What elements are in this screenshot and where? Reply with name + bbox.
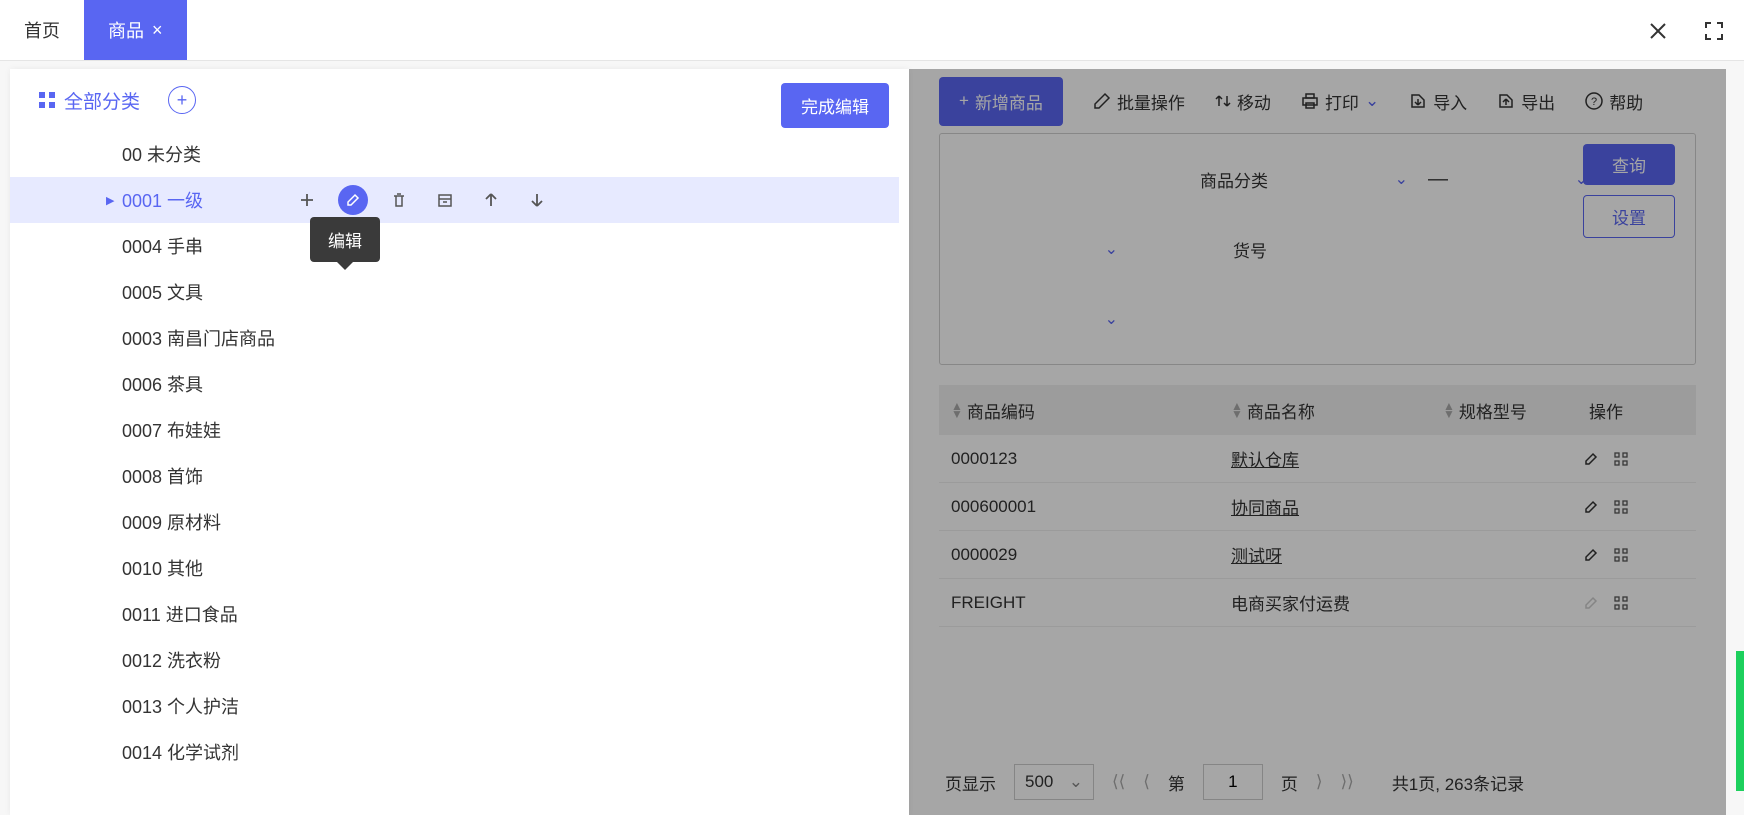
category-item[interactable]: 0007 布娃娃	[10, 407, 899, 453]
x-icon	[1649, 22, 1667, 40]
category-label: 0006 茶具	[122, 371, 203, 397]
close-all-button[interactable]	[1638, 11, 1678, 51]
edit-button[interactable]	[338, 185, 368, 215]
category-tree[interactable]: 00 未分类 ▶ 0001 一级 0004 手串 0005 文具 0003 南昌门店商品 0…	[10, 131, 909, 815]
category-label: 0003 南昌门店商品	[122, 325, 275, 351]
tab-product-label: 商品	[108, 17, 144, 43]
category-item[interactable]: ▶ 0001 一级	[10, 177, 899, 223]
all-categories-label[interactable]: 全部分类	[64, 87, 140, 114]
category-item[interactable]: 0013 个人护洁	[10, 683, 899, 729]
plus-icon: +	[177, 90, 188, 111]
move-up-button[interactable]	[476, 185, 506, 215]
category-item[interactable]: 0009 原材料	[10, 499, 899, 545]
tab-home[interactable]: 首页	[0, 0, 84, 60]
category-label: 0005 文具	[122, 279, 203, 305]
category-item[interactable]: 0006 茶具	[10, 361, 899, 407]
top-tabs: 首页 商品 ×	[0, 0, 1744, 61]
category-label: 0001 一级	[122, 187, 203, 213]
category-item[interactable]: 0011 进口食品	[10, 591, 899, 637]
category-label: 0011 进口食品	[122, 601, 238, 627]
scroll-indicator	[1736, 651, 1744, 791]
category-item[interactable]: 0012 洗衣粉	[10, 637, 899, 683]
add-category-button[interactable]: +	[168, 86, 196, 114]
category-label: 0007 布娃娃	[122, 417, 221, 443]
category-label: 0014 化学试剂	[122, 739, 239, 765]
move-down-button[interactable]	[522, 185, 552, 215]
panel-header: 全部分类 + 完成编辑	[10, 69, 909, 131]
category-panel: 全部分类 + 完成编辑 编辑 00 未分类 ▶ 0001 一级 0004 手串 0005…	[10, 69, 909, 815]
category-label: 0004 手串	[122, 233, 203, 259]
edit-tooltip: 编辑	[310, 217, 380, 262]
workspace: + 新增商品 批量操作 移动 打印 ⌄ 导入	[0, 61, 1744, 815]
dim-overlay	[909, 69, 1726, 815]
fullscreen-button[interactable]	[1694, 11, 1734, 51]
category-item[interactable]: 0014 化学试剂	[10, 729, 899, 775]
grid-icon	[38, 91, 56, 109]
tab-product[interactable]: 商品 ×	[84, 0, 187, 60]
category-item[interactable]: 0003 南昌门店商品	[10, 315, 899, 361]
category-label: 0009 原材料	[122, 509, 221, 535]
category-label: 0010 其他	[122, 555, 203, 581]
add-child-button[interactable]	[292, 185, 322, 215]
archive-button[interactable]	[430, 185, 460, 215]
category-label: 00 未分类	[122, 141, 201, 167]
category-item[interactable]: 0008 首饰	[10, 453, 899, 499]
finish-edit-button[interactable]: 完成编辑	[781, 83, 889, 128]
expand-icon[interactable]: ▶	[106, 194, 114, 207]
category-label: 0008 首饰	[122, 463, 203, 489]
row-actions	[292, 185, 552, 215]
category-label: 0012 洗衣粉	[122, 647, 221, 673]
category-item[interactable]: 0004 手串	[10, 223, 899, 269]
delete-button[interactable]	[384, 185, 414, 215]
category-label: 0013 个人护洁	[122, 693, 239, 719]
category-item[interactable]: 0010 其他	[10, 545, 899, 591]
category-item[interactable]: 00 未分类	[10, 131, 899, 177]
close-icon[interactable]: ×	[152, 20, 163, 41]
tab-home-label: 首页	[24, 17, 60, 43]
category-item[interactable]: 0005 文具	[10, 269, 899, 315]
fullscreen-icon	[1705, 22, 1723, 40]
